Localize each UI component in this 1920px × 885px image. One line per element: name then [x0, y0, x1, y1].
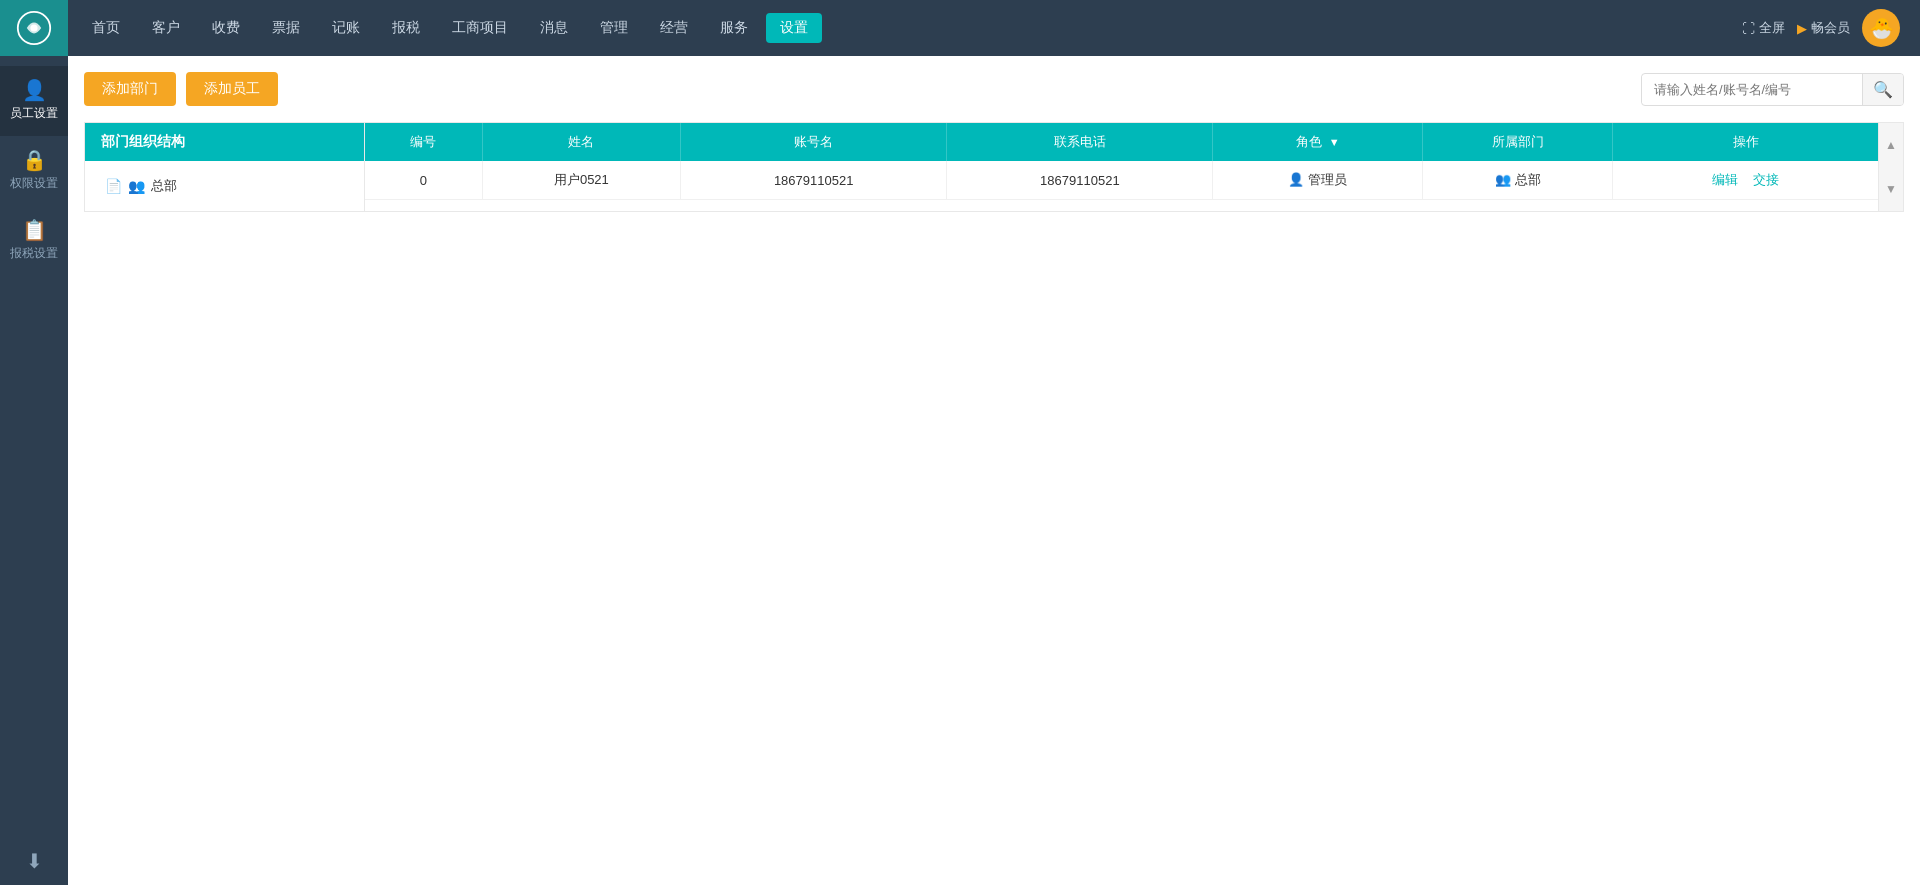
cell-action: 编辑 交接: [1613, 161, 1878, 200]
scroll-up-btn[interactable]: ▲: [1879, 123, 1903, 167]
dept-tree-header: 部门组织结构: [85, 123, 364, 161]
col-id: 编号: [365, 123, 482, 161]
main-layout: 👤 员工设置 🔒 权限设置 📋 报税设置 ⬇ 添加部门 添加员工 🔍: [0, 56, 1920, 885]
search-bar: 🔍: [1641, 73, 1904, 106]
top-nav: 首页客户收费票据记账报税工商项目消息管理经营服务设置 ⛶ 全屏 ▶ 畅会员 🐣: [0, 0, 1920, 56]
scroll-down-btn[interactable]: ▼: [1879, 167, 1903, 211]
vip-icon: ▶: [1797, 21, 1807, 36]
sidebar-item-permissions[interactable]: 🔒 权限设置: [0, 136, 68, 206]
nav-item-报税[interactable]: 报税: [378, 13, 434, 43]
dept-tree: 部门组织结构 📄 👥 总部: [85, 123, 365, 211]
sidebar-label-tax: 报税设置: [10, 245, 58, 262]
logo[interactable]: [0, 0, 68, 56]
top-nav-menu: 首页客户收费票据记账报税工商项目消息管理经营服务设置: [68, 13, 1742, 43]
sidebar-item-employee[interactable]: 👤 员工设置: [0, 66, 68, 136]
cell-name: 用户0521: [482, 161, 680, 200]
cell-account: 18679110521: [681, 161, 947, 200]
add-dept-button[interactable]: 添加部门: [84, 72, 176, 106]
dept-file-icon: 📄: [105, 178, 122, 194]
transfer-link[interactable]: 交接: [1753, 172, 1779, 187]
dept-label-root: 总部: [151, 177, 177, 195]
table-row: 0 用户0521 18679110521 18679110521 👤管理员 👥总…: [365, 161, 1878, 200]
vip-label: 畅会员: [1811, 19, 1850, 37]
nav-item-消息[interactable]: 消息: [526, 13, 582, 43]
table-area: 部门组织结构 📄 👥 总部 编号 姓名 账号名: [84, 122, 1904, 212]
fullscreen-label: 全屏: [1759, 19, 1785, 37]
download-icon: ⬇: [26, 851, 43, 871]
fullscreen-icon: ⛶: [1742, 21, 1755, 36]
employee-icon: 👤: [22, 80, 47, 100]
nav-item-服务[interactable]: 服务: [706, 13, 762, 43]
col-name: 姓名: [482, 123, 680, 161]
scroll-buttons: ▲ ▼: [1878, 123, 1903, 211]
edit-link[interactable]: 编辑: [1712, 172, 1738, 187]
content-area: 添加部门 添加员工 🔍 部门组织结构 📄 👥 总部: [68, 56, 1920, 885]
nav-item-工商项目[interactable]: 工商项目: [438, 13, 522, 43]
search-input[interactable]: [1642, 76, 1862, 103]
sidebar-label-employee: 员工设置: [10, 105, 58, 122]
sidebar-label-permissions: 权限设置: [10, 175, 58, 192]
search-button[interactable]: 🔍: [1862, 74, 1903, 105]
cell-id: 0: [365, 161, 482, 200]
vip-btn[interactable]: ▶ 畅会员: [1797, 19, 1850, 37]
col-phone: 联系电话: [947, 123, 1213, 161]
cell-dept: 👥总部: [1423, 161, 1613, 200]
nav-item-管理[interactable]: 管理: [586, 13, 642, 43]
nav-item-设置[interactable]: 设置: [766, 13, 822, 43]
add-emp-button[interactable]: 添加员工: [186, 72, 278, 106]
col-role[interactable]: 角色 ▼: [1213, 123, 1423, 161]
toolbar: 添加部门 添加员工 🔍: [84, 72, 1904, 106]
nav-item-记账[interactable]: 记账: [318, 13, 374, 43]
employee-table: 编号 姓名 账号名 联系电话 角色 ▼ 所属部门 操作 0 用户0521 186…: [365, 123, 1878, 200]
cell-role: 👤管理员: [1213, 161, 1423, 200]
role-filter-icon[interactable]: ▼: [1329, 136, 1340, 148]
fullscreen-btn[interactable]: ⛶ 全屏: [1742, 19, 1785, 37]
nav-item-经营[interactable]: 经营: [646, 13, 702, 43]
dept-item-root[interactable]: 📄 👥 总部: [97, 171, 352, 201]
sidebar-bottom-btn[interactable]: ⬇: [0, 837, 68, 885]
nav-item-票据[interactable]: 票据: [258, 13, 314, 43]
nav-item-客户[interactable]: 客户: [138, 13, 194, 43]
col-account: 账号名: [681, 123, 947, 161]
employee-table-wrap: 编号 姓名 账号名 联系电话 角色 ▼ 所属部门 操作 0 用户0521 186…: [365, 123, 1878, 211]
nav-item-首页[interactable]: 首页: [78, 13, 134, 43]
avatar[interactable]: 🐣: [1862, 9, 1900, 47]
svg-point-1: [30, 24, 37, 31]
sidebar: 👤 员工设置 🔒 权限设置 📋 报税设置 ⬇: [0, 56, 68, 885]
sidebar-item-tax[interactable]: 📋 报税设置: [0, 206, 68, 276]
col-action: 操作: [1613, 123, 1878, 161]
table-header-row: 编号 姓名 账号名 联系电话 角色 ▼ 所属部门 操作: [365, 123, 1878, 161]
permissions-icon: 🔒: [22, 150, 47, 170]
tax-icon: 📋: [22, 220, 47, 240]
cell-phone: 18679110521: [947, 161, 1213, 200]
dept-tree-body: 📄 👥 总部: [85, 161, 364, 211]
role-user-icon: 👤: [1288, 172, 1304, 187]
dept-user-icon: 👥: [128, 178, 145, 194]
top-nav-right: ⛶ 全屏 ▶ 畅会员 🐣: [1742, 9, 1920, 47]
dept-user-icon-cell: 👥: [1495, 172, 1511, 187]
col-dept: 所属部门: [1423, 123, 1613, 161]
nav-item-收费[interactable]: 收费: [198, 13, 254, 43]
